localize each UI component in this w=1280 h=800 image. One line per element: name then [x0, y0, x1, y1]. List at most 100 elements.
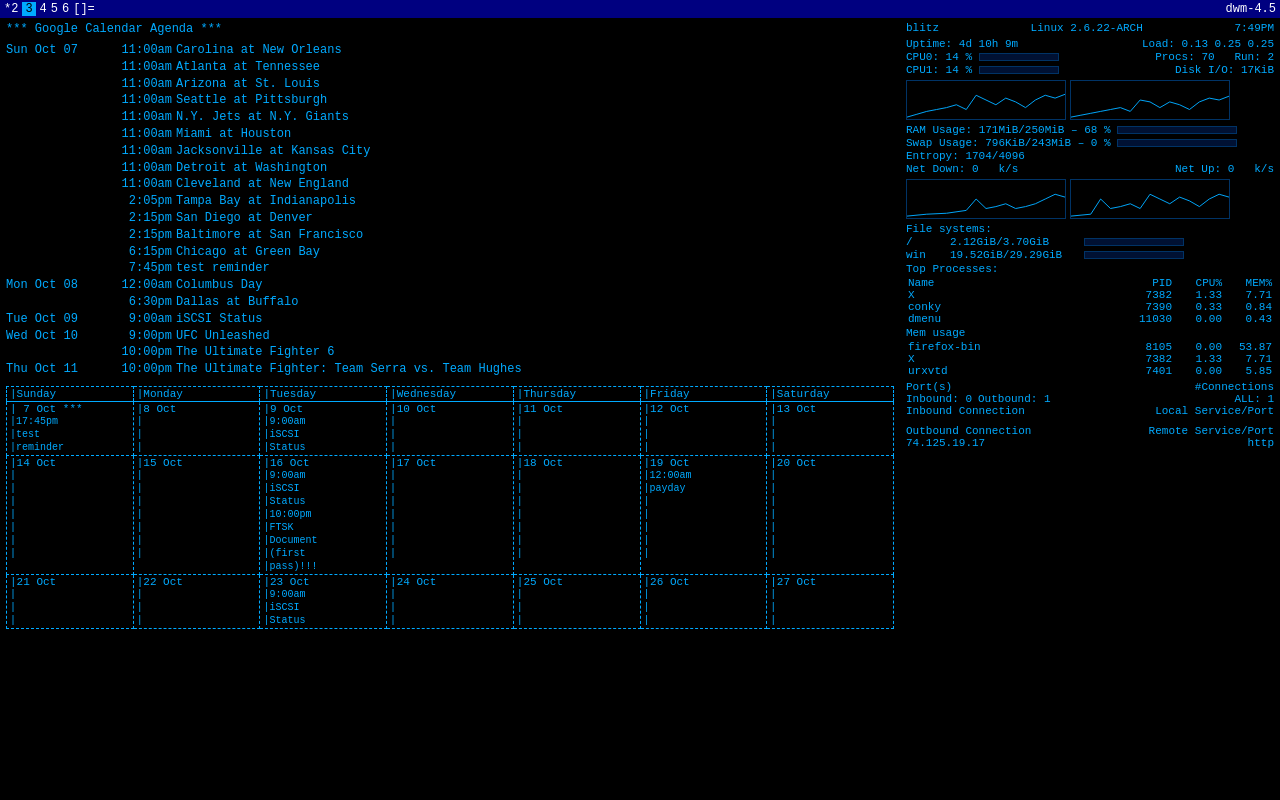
ports-label: Port(s) [906, 381, 952, 393]
agenda-item: 7:45pm test reminder [6, 260, 894, 277]
proc-cpu: 0.00 [1174, 313, 1224, 325]
cal-day-12oct: |12 Oct | | | [640, 401, 767, 455]
agenda-date [6, 227, 106, 244]
cpu-graphs [906, 80, 1274, 120]
net-down-unit: k/s [998, 163, 1018, 175]
fs-section: File systems: / 2.12GiB/3.70GiB win 19.5… [906, 223, 1274, 261]
proc-th-name: Name [906, 277, 1124, 289]
top-proc-title: Top Processes: [906, 263, 1274, 275]
mem-usage-table: firefox-bin 8105 0.00 53.87 X 7382 1.33 … [906, 341, 1274, 377]
cal-day-11oct: |11 Oct | | | [513, 401, 640, 455]
proc-th-cpu: CPU% [1174, 277, 1224, 289]
proc-pid: 7382 [1124, 289, 1174, 301]
swap-used: 796KiB [985, 137, 1025, 149]
cal-day-22oct: |22 Oct | | | [133, 574, 260, 628]
agenda-date [6, 109, 106, 126]
agenda-date [6, 344, 106, 361]
cal-header-tue: |Tuesday [260, 386, 387, 401]
outbound-label: Outbound: 1 [978, 393, 1051, 405]
swap-label: Swap Usage: 796KiB/243MiB – 0 % [906, 137, 1237, 149]
agenda-time: 6:15pm [106, 244, 176, 261]
agenda-item: 11:00am Arizona at St. Louis [6, 76, 894, 93]
net-up-unit: k/s [1254, 163, 1274, 175]
agenda-time: 2:15pm [106, 210, 176, 227]
cpu1-row: CPU1: 14 % Disk I/O: 17KiB [906, 64, 1274, 76]
tag-layout[interactable]: []= [73, 2, 95, 16]
diskio-label: Disk I/O: 17KiB [1175, 64, 1274, 76]
agenda-item: 6:15pm Chicago at Green Bay [6, 244, 894, 261]
agenda-item: 11:00am Cleveland at New England [6, 176, 894, 193]
agenda-date [6, 193, 106, 210]
topbar-tags[interactable]: *2 3 4 5 6 []= [4, 2, 95, 16]
agenda-date [6, 294, 106, 311]
agenda-title: *** Google Calendar Agenda *** [6, 22, 894, 36]
ram-bar [1117, 126, 1237, 134]
agenda-item: 11:00am Atlanta at Tennessee [6, 59, 894, 76]
mem-proc-cpu: 0.00 [1174, 341, 1224, 353]
proc-cpu: 0.33 [1174, 301, 1224, 313]
fs-win-bar [1084, 251, 1184, 259]
tag-3[interactable]: 3 [22, 2, 35, 16]
cal-day-18oct: |18 Oct | | | | | | | [513, 455, 640, 574]
fs-root: / 2.12GiB/3.70GiB [906, 236, 1274, 248]
cal-day-21oct: |21 Oct | | | [7, 574, 134, 628]
tag-6[interactable]: 6 [62, 2, 69, 16]
proc-row: X 7382 1.33 7.71 [906, 289, 1274, 301]
cal-day-15oct: |15 Oct | | | | | | | [133, 455, 260, 574]
all-label: ALL: 1 [1234, 393, 1274, 405]
net-down-val: 0 [972, 163, 979, 175]
swap-pct: 0 [1091, 137, 1098, 149]
mem-proc-name: X [906, 353, 1124, 365]
agenda-event: Arizona at St. Louis [176, 76, 320, 93]
agenda-event: San Diego at Denver [176, 210, 313, 227]
agenda-time: 7:45pm [106, 260, 176, 277]
outbound-ip: 74.125.19.17 [906, 437, 985, 449]
proc-mem: 0.43 [1224, 313, 1274, 325]
topbar: *2 3 4 5 6 []= dwm-4.5 [0, 0, 1280, 18]
swap-bar [1117, 139, 1237, 147]
net-up-graph [1070, 179, 1230, 219]
cpu-row: CPU0: 14 % Procs: 70 Run: 2 [906, 51, 1274, 63]
agenda-event: Seattle at Pittsburgh [176, 92, 327, 109]
wm-version: dwm-4.5 [1226, 2, 1276, 16]
entropy-label: Entropy: 1704/4096 [906, 150, 1025, 162]
net-down-label: Net Down: 0 k/s [906, 163, 1018, 175]
ram-label: RAM Usage: 171MiB/250MiB – 68 % [906, 124, 1237, 136]
agenda-time: 11:00am [106, 59, 176, 76]
agenda-time: 11:00am [106, 76, 176, 93]
cal-day-7oct: | 7 Oct *** |17:45pm |test |reminder [7, 401, 134, 455]
agenda-item: Wed Oct 10 9:00pm UFC Unleashed [6, 328, 894, 345]
agenda-time: 11:00am [106, 143, 176, 160]
agenda-item: 11:00am Miami at Houston [6, 126, 894, 143]
proc-th-pid: PID [1124, 277, 1174, 289]
cal-day-23oct: |23 Oct |9:00am |iSCSI |Status [260, 574, 387, 628]
remote-service-label: Remote Service/Port [1149, 425, 1274, 437]
ram-row: RAM Usage: 171MiB/250MiB – 68 % [906, 124, 1274, 136]
agenda-date [6, 160, 106, 177]
tag-star2[interactable]: *2 [4, 2, 18, 16]
agenda-event: Cleveland at New England [176, 176, 349, 193]
tag-4[interactable]: 4 [40, 2, 47, 16]
agenda-time: 10:00pm [106, 344, 176, 361]
load-value: 0.13 0.25 0.25 [1182, 38, 1274, 50]
uptime-label: Uptime: 4d 10h 9m [906, 38, 1018, 50]
tag-5[interactable]: 5 [51, 2, 58, 16]
cal-day-10oct: |10 Oct | | | [387, 401, 514, 455]
agenda-event: Chicago at Green Bay [176, 244, 320, 261]
proc-name: conky [906, 301, 1124, 313]
agenda-time: 11:00am [106, 109, 176, 126]
agenda-item: 11:00am Jacksonville at Kansas City [6, 143, 894, 160]
mem-usage-section: Mem usage firefox-bin 8105 0.00 53.87 X … [906, 327, 1274, 377]
fs-win-size: 19.52GiB/29.29GiB [950, 249, 1080, 261]
connections-label: #Connections [1195, 381, 1274, 393]
proc-name: X [906, 289, 1124, 301]
agenda-time: 9:00pm [106, 328, 176, 345]
agenda-event: N.Y. Jets at N.Y. Giants [176, 109, 349, 126]
agenda-list: Sun Oct 07 11:00am Carolina at New Orlea… [6, 42, 894, 378]
outbound-data: 74.125.19.17 http [906, 437, 1274, 449]
proc-pid: 11030 [1124, 313, 1174, 325]
net-graphs [906, 179, 1274, 219]
ram-pct: 68 [1084, 124, 1097, 136]
cpu1-graph [1070, 80, 1230, 120]
cal-week-1: | 7 Oct *** |17:45pm |test |reminder |8 … [7, 401, 894, 455]
